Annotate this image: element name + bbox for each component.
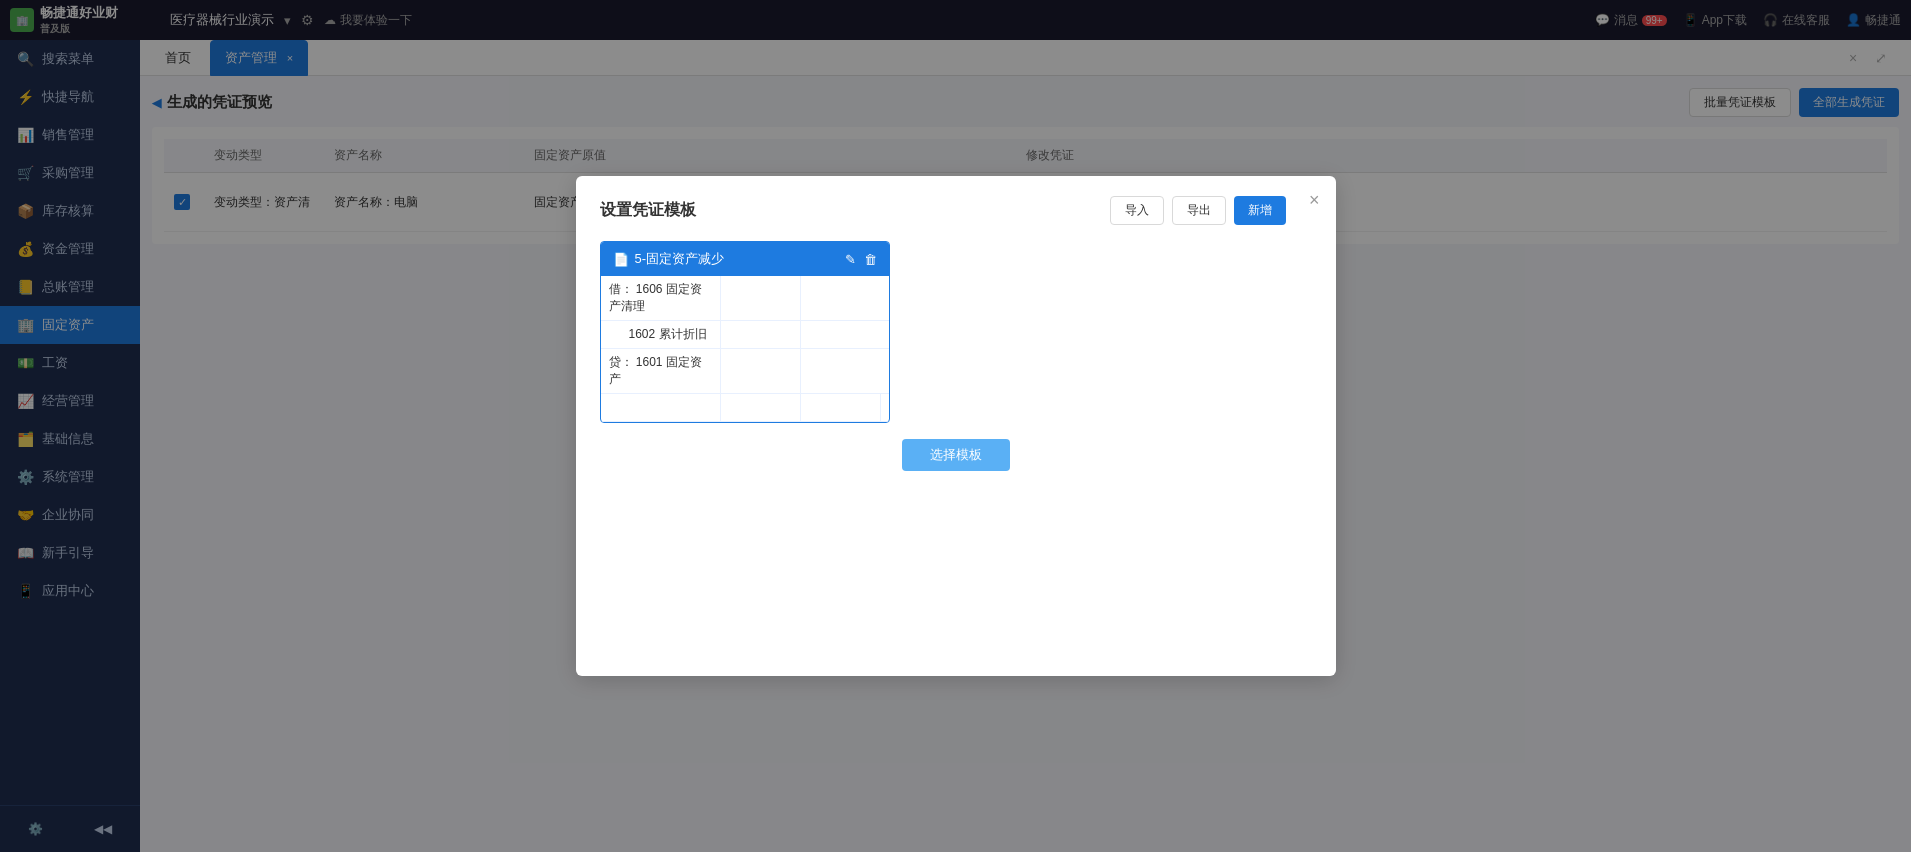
modal-overlay: 设置凭证模板 × 导入 导出 新增 📄 5-固定资产减少 ✎ 🗑 [0,0,1911,852]
template-delete-icon[interactable]: 🗑 [864,252,877,267]
debit-label-2: 1602 累计折旧 [601,321,721,348]
select-template-btn[interactable]: 选择模板 [902,439,1010,471]
template-name: 5-固定资产减少 [635,250,725,268]
template-credit-row-1: 贷： 1601 固定资产 [601,349,889,394]
template-header-left: 📄 5-固定资产减少 [613,250,725,268]
import-btn[interactable]: 导入 [1110,196,1164,225]
export-btn[interactable]: 导出 [1172,196,1226,225]
modal-action-buttons: 导入 导出 新增 [1110,196,1286,225]
template-doc-icon: 📄 [613,252,629,267]
template-debit-row-1: 借： 1606 固定资产清理 [601,276,889,321]
template-header-right: ✎ 🗑 [845,252,877,267]
debit-amount-2 [721,321,801,348]
empty-cell-2 [721,394,801,421]
debit-amount-1 [721,276,801,320]
debit-label-1: 借： 1606 固定资产清理 [601,276,721,320]
empty-cell-1 [601,394,721,421]
template-empty-row [601,394,889,422]
template-debit-row-2: 1602 累计折旧 [601,321,889,349]
new-btn[interactable]: 新增 [1234,196,1286,225]
template-card: 📄 5-固定资产减少 ✎ 🗑 借： 1606 固定资产清理 [600,241,890,423]
modal: 设置凭证模板 × 导入 导出 新增 📄 5-固定资产减少 ✎ 🗑 [576,176,1336,676]
empty-cell-3 [801,394,881,421]
debit-field-2 [801,321,881,348]
credit-field-1 [801,349,881,393]
modal-close-btn[interactable]: × [1309,190,1320,211]
template-edit-icon[interactable]: ✎ [845,252,856,267]
debit-field-1 [801,276,881,320]
credit-label-1: 贷： 1601 固定资产 [601,349,721,393]
template-card-header: 📄 5-固定资产减少 ✎ 🗑 [601,242,889,276]
credit-amount-1 [721,349,801,393]
template-body: 借： 1606 固定资产清理 1602 累计折旧 [601,276,889,422]
